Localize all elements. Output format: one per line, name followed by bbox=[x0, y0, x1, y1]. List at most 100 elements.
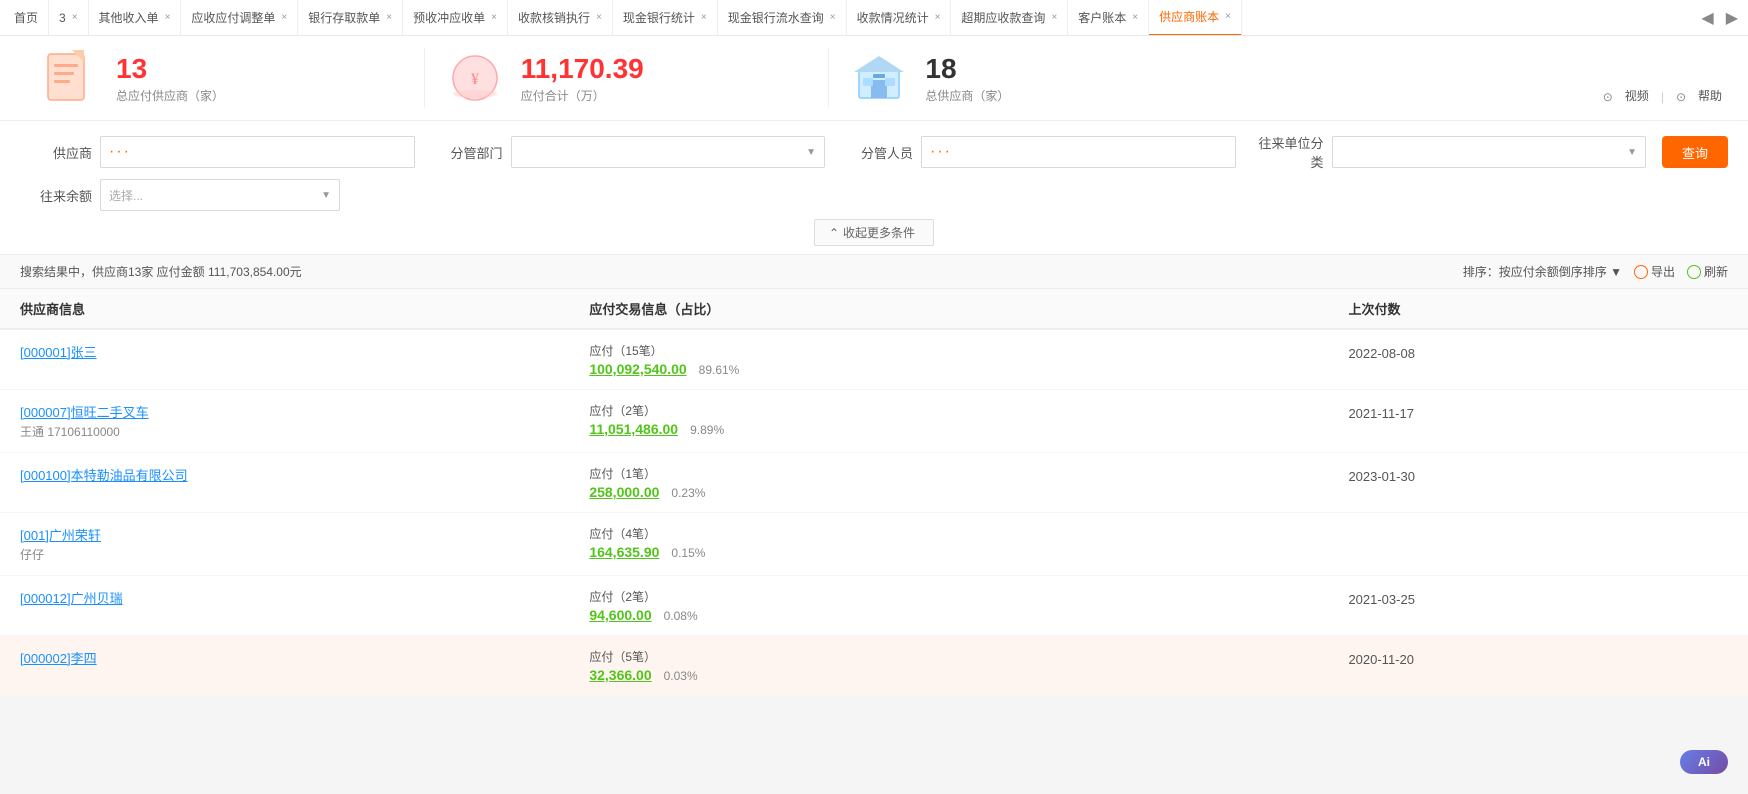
transaction-cell: 应付（1笔） 258,000.00 0.23% bbox=[589, 465, 1348, 500]
category-filter-input[interactable]: ▼ bbox=[1332, 136, 1647, 168]
dept-filter-input[interactable]: ▼ bbox=[511, 136, 826, 168]
transaction-label: 应付（2笔） bbox=[589, 588, 1348, 605]
col-header-transaction-info: 应付交易信息（占比） bbox=[589, 299, 1348, 318]
close-icon[interactable]: × bbox=[830, 12, 836, 23]
close-icon[interactable]: × bbox=[491, 12, 497, 23]
last-payment-cell: 2021-03-25 bbox=[1348, 588, 1728, 607]
nav-scroll-arrows: ◀ ▶ bbox=[1695, 8, 1744, 28]
supplier-filter-input[interactable]: ··· bbox=[100, 136, 415, 168]
close-icon[interactable]: × bbox=[935, 12, 941, 23]
sort-selector[interactable]: 排序：按应付余额倒序排序 ▼ bbox=[1463, 263, 1622, 280]
nav-tab-prepay-ar[interactable]: 预收冲应收单 × bbox=[403, 0, 508, 36]
video-link[interactable]: 视频 bbox=[1625, 87, 1649, 104]
nav-tab-receipt-stat[interactable]: 收款情况统计 × bbox=[847, 0, 952, 36]
svg-text:¥: ¥ bbox=[471, 71, 479, 88]
transaction-amount[interactable]: 164,635.90 bbox=[589, 544, 659, 560]
nav-tab-customer-book[interactable]: 客户账本 × bbox=[1068, 0, 1149, 36]
balance-filter-input[interactable]: 选择... ▼ bbox=[100, 179, 340, 211]
balance-filter-label: 往来余额 bbox=[20, 186, 100, 205]
export-button[interactable]: 导出 bbox=[1634, 263, 1675, 280]
dept-filter-label: 分管部门 bbox=[431, 143, 511, 162]
nav-next-arrow[interactable]: ▶ bbox=[1720, 8, 1744, 28]
refresh-button[interactable]: 刷新 bbox=[1687, 263, 1728, 280]
close-icon[interactable]: × bbox=[596, 12, 602, 23]
supplier-link[interactable]: [000100]本特勒油品有限公司 bbox=[20, 468, 188, 483]
table-header: 供应商信息 应付交易信息（占比） 上次付数 bbox=[0, 289, 1748, 330]
transaction-cell: 应付（5笔） 32,366.00 0.03% bbox=[589, 648, 1348, 683]
last-payment-cell: 2021-11-17 bbox=[1348, 402, 1728, 421]
summary-card-total-suppliers: 18 总供应商（家） bbox=[829, 48, 1596, 108]
transaction-percent: 89.61% bbox=[699, 363, 740, 377]
col-header-last-payment: 上次付数 bbox=[1348, 299, 1728, 318]
transaction-cell: 应付（15笔） 100,092,540.00 89.61% bbox=[589, 342, 1348, 377]
sort-arrow-icon: ▼ bbox=[1610, 265, 1622, 279]
transaction-percent: 0.15% bbox=[671, 546, 705, 560]
supplier-link[interactable]: [000001]张三 bbox=[20, 345, 97, 360]
search-button[interactable]: 查询 bbox=[1662, 136, 1728, 168]
filter-row-1: 供应商 ··· 分管部门 ▼ 分管人员 ··· 往来单位分类 ▼ bbox=[20, 133, 1728, 171]
table-row: [000100]本特勒油品有限公司 应付（1笔） 258,000.00 0.23… bbox=[0, 453, 1748, 513]
table-body: [000001]张三 应付（15笔） 100,092,540.00 89.61%… bbox=[0, 330, 1748, 696]
close-icon[interactable]: × bbox=[701, 12, 707, 23]
collapse-filters-button[interactable]: ⌃ 收起更多条件 bbox=[814, 219, 934, 246]
category-filter-label: 往来单位分类 bbox=[1252, 133, 1332, 171]
transaction-percent: 0.23% bbox=[671, 486, 705, 500]
results-bar: 搜索结果中，供应商13家 应付金额 111,703,854.00元 排序：按应付… bbox=[0, 255, 1748, 289]
supplier-cell: [000100]本特勒油品有限公司 bbox=[20, 465, 589, 484]
nav-tab-3[interactable]: 3 × bbox=[49, 0, 89, 36]
close-icon[interactable]: × bbox=[165, 12, 171, 23]
total-suppliers-label: 总供应商（家） bbox=[925, 87, 1009, 104]
nav-prev-arrow[interactable]: ◀ bbox=[1695, 8, 1719, 28]
filter-person: 分管人员 ··· bbox=[841, 136, 1236, 168]
transaction-amount[interactable]: 11,051,486.00 bbox=[589, 421, 678, 437]
table-row: [000012]广州贝瑞 应付（2笔） 94,600.00 0.08% 2021… bbox=[0, 576, 1748, 636]
col-header-supplier-info: 供应商信息 bbox=[20, 299, 589, 318]
summary-card-payable-suppliers: 13 总应付供应商（家） bbox=[20, 48, 425, 108]
ai-badge[interactable]: Ai bbox=[1680, 750, 1728, 774]
supplier-link[interactable]: [000002]李四 bbox=[20, 651, 97, 666]
person-filter-input[interactable]: ··· bbox=[921, 136, 1236, 168]
transaction-label: 应付（2笔） bbox=[589, 402, 1348, 419]
results-actions: 排序：按应付余额倒序排序 ▼ 导出 刷新 bbox=[1463, 263, 1728, 280]
export-icon bbox=[1634, 265, 1648, 279]
nav-tab-ar-ap-adjust[interactable]: 应收应付调整单 × bbox=[181, 0, 298, 36]
transaction-amount[interactable]: 32,366.00 bbox=[589, 667, 651, 683]
supplier-contact: 王通 17106110000 bbox=[20, 423, 589, 440]
filter-dept: 分管部门 ▼ bbox=[431, 136, 826, 168]
transaction-amount[interactable]: 94,600.00 bbox=[589, 607, 651, 623]
table-row: [000001]张三 应付（15笔） 100,092,540.00 89.61%… bbox=[0, 330, 1748, 390]
close-icon[interactable]: × bbox=[386, 12, 392, 23]
supplier-link[interactable]: [001]广州荣轩 bbox=[20, 528, 101, 543]
nav-tab-receipt-verify[interactable]: 收款核销执行 × bbox=[508, 0, 613, 36]
nav-tab-overdue-ar[interactable]: 超期应收款查询 × bbox=[951, 0, 1068, 36]
filter-balance: 往来余额 选择... ▼ bbox=[20, 179, 340, 211]
nav-tab-bank-deposit[interactable]: 银行存取款单 × bbox=[298, 0, 403, 36]
dropdown-arrow-icon: ▼ bbox=[321, 190, 331, 201]
close-icon[interactable]: × bbox=[1132, 12, 1138, 23]
filter-category: 往来单位分类 ▼ bbox=[1252, 133, 1647, 171]
nav-tab-cash-flow[interactable]: 现金银行流水查询 × bbox=[718, 0, 847, 36]
supplier-filter-label: 供应商 bbox=[20, 143, 100, 162]
close-icon[interactable]: × bbox=[1225, 11, 1231, 22]
last-payment-cell: 2022-08-08 bbox=[1348, 342, 1728, 361]
person-filter-label: 分管人员 bbox=[841, 143, 921, 162]
transaction-amount[interactable]: 100,092,540.00 bbox=[589, 361, 686, 377]
dropdown-arrow-icon: ▼ bbox=[1627, 147, 1637, 158]
last-payment-cell: 2023-01-30 bbox=[1348, 465, 1728, 484]
help-link[interactable]: 帮助 bbox=[1698, 87, 1722, 104]
close-icon[interactable]: × bbox=[1051, 12, 1057, 23]
transaction-amount[interactable]: 258,000.00 bbox=[589, 484, 659, 500]
summary-bar: 13 总应付供应商（家） ¥ 11,170.39 应付合计（万） bbox=[0, 36, 1748, 121]
nav-tab-supplier-book[interactable]: 供应商账本 × bbox=[1149, 0, 1242, 36]
close-icon[interactable]: × bbox=[72, 12, 78, 23]
nav-tab-other-income[interactable]: 其他收入单 × bbox=[89, 0, 182, 36]
supplier-link[interactable]: [000007]恒旺二手叉车 bbox=[20, 405, 149, 420]
nav-tab-home[interactable]: 首页 bbox=[4, 0, 49, 36]
supplier-link[interactable]: [000012]广州贝瑞 bbox=[20, 591, 123, 606]
table-row: [001]广州荣轩 仔仔 应付（4笔） 164,635.90 0.15% bbox=[0, 513, 1748, 576]
close-icon[interactable]: × bbox=[281, 12, 287, 23]
transaction-label: 应付（15笔） bbox=[589, 342, 1348, 359]
nav-tab-cash-stat[interactable]: 现金银行统计 × bbox=[613, 0, 718, 36]
total-suppliers-count: 18 bbox=[925, 52, 1009, 86]
chevron-up-icon: ⌃ bbox=[829, 226, 839, 240]
